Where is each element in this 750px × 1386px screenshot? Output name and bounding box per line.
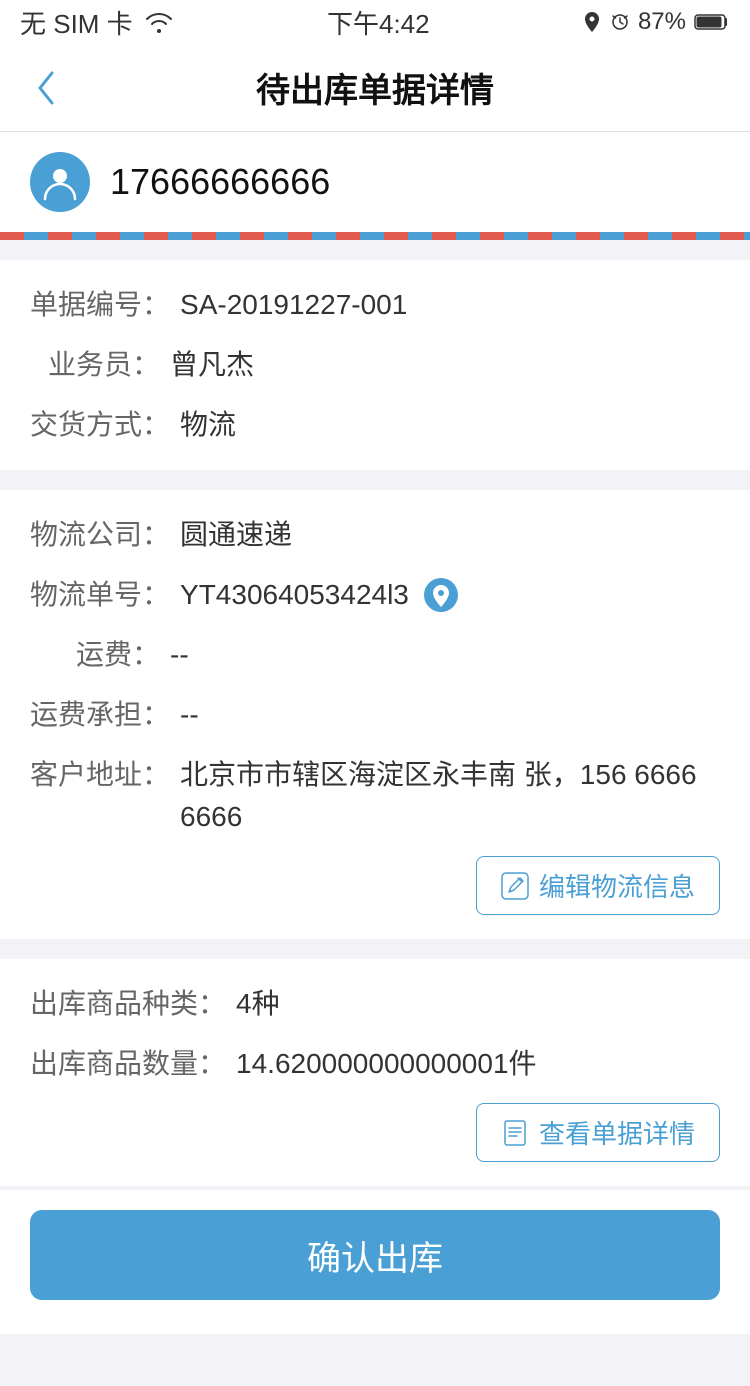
page-title: 待出库单据详情	[256, 63, 494, 112]
battery-icon	[694, 13, 730, 31]
freight-label: 运费：	[30, 634, 160, 676]
doc-number-value: SA-20191227-001	[180, 284, 720, 326]
delivery-method-value: 物流	[180, 404, 720, 446]
alarm-icon	[610, 11, 630, 33]
outbound-info-card: 出库商品种类： 4种 出库商品数量： 14.620000000000001件 查…	[0, 959, 750, 1186]
outbound-type-label: 出库商品种类：	[30, 983, 226, 1025]
freight-row: 运费： --	[30, 634, 720, 676]
doc-number-label: 单据编号：	[30, 284, 170, 326]
delivery-method-row: 交货方式： 物流	[30, 404, 720, 446]
battery-label: 87%	[638, 8, 686, 36]
tracking-label: 物流单号：	[30, 574, 170, 616]
outbound-type-value: 4种	[236, 983, 720, 1025]
dashed-separator	[0, 232, 750, 240]
outbound-quantity-label: 出库商品数量：	[30, 1043, 226, 1085]
view-detail-btn-row: 查看单据详情	[30, 1103, 720, 1162]
edit-btn-row: 编辑物流信息	[30, 856, 720, 915]
user-phone: 17666666666	[110, 161, 330, 203]
basic-info-card: 单据编号： SA-20191227-001 业务员： 曾凡杰 交货方式： 物流	[0, 260, 750, 470]
salesman-row: 业务员： 曾凡杰	[30, 344, 720, 386]
user-avatar	[30, 152, 90, 212]
status-left: 无 SIM 卡	[20, 4, 175, 41]
tracking-value: YT43064053424l3	[180, 574, 409, 616]
tracking-location-icon[interactable]	[423, 577, 459, 613]
edit-logistics-label: 编辑物流信息	[539, 867, 695, 904]
wifi-icon	[143, 11, 175, 33]
view-detail-button[interactable]: 查看单据详情	[476, 1103, 720, 1162]
logistics-info-card: 物流公司： 圆通速递 物流单号： YT43064053424l3 运费： -- …	[0, 490, 750, 939]
confirm-outbound-button[interactable]: 确认出库	[30, 1210, 720, 1300]
edit-logistics-button[interactable]: 编辑物流信息	[476, 856, 720, 915]
salesman-value: 曾凡杰	[170, 344, 720, 386]
status-time: 下午4:42	[327, 4, 430, 41]
address-label: 客户地址：	[30, 754, 170, 796]
outbound-type-row: 出库商品种类： 4种	[30, 983, 720, 1025]
outbound-quantity-value: 14.620000000000001件	[236, 1043, 720, 1085]
status-bar: 无 SIM 卡 下午4:42 87%	[0, 0, 750, 44]
freight-bearer-value: --	[180, 694, 720, 736]
freight-bearer-row: 运费承担： --	[30, 694, 720, 736]
freight-value: --	[170, 634, 720, 676]
confirm-button-label: 确认出库	[307, 1231, 443, 1280]
status-right: 87%	[582, 8, 730, 36]
logistics-company-label: 物流公司：	[30, 514, 170, 556]
document-icon	[501, 1119, 529, 1147]
address-value: 北京市市辖区海淀区永丰南 张，156 6666 6666	[180, 754, 720, 838]
logistics-company-value: 圆通速递	[180, 514, 720, 556]
location-status-icon	[582, 11, 602, 33]
carrier-label: 无 SIM 卡	[20, 4, 133, 41]
view-detail-label: 查看单据详情	[539, 1114, 695, 1151]
bottom-area: 确认出库	[0, 1190, 750, 1334]
doc-number-row: 单据编号： SA-20191227-001	[30, 284, 720, 326]
user-header-card: 17666666666	[0, 132, 750, 232]
outbound-quantity-row: 出库商品数量： 14.620000000000001件	[30, 1043, 720, 1085]
address-row: 客户地址： 北京市市辖区海淀区永丰南 张，156 6666 6666	[30, 754, 720, 838]
tracking-value-container: YT43064053424l3	[180, 574, 720, 616]
edit-icon	[501, 872, 529, 900]
freight-bearer-label: 运费承担：	[30, 694, 170, 736]
tracking-row: 物流单号： YT43064053424l3	[30, 574, 720, 616]
delivery-method-label: 交货方式：	[30, 404, 170, 446]
back-button[interactable]	[24, 66, 68, 110]
nav-bar: 待出库单据详情	[0, 44, 750, 132]
logistics-company-row: 物流公司： 圆通速递	[30, 514, 720, 556]
salesman-label: 业务员：	[30, 344, 160, 386]
